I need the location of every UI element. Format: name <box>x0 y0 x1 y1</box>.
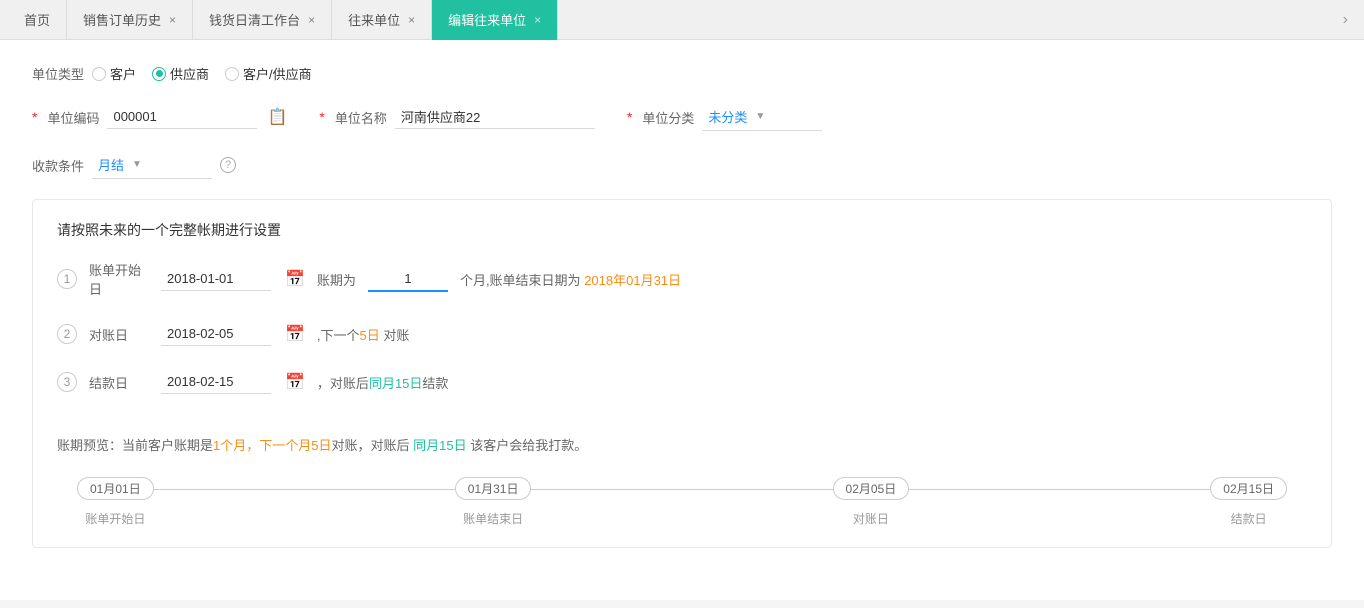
account-start-row: 1 账单开始日 📅 账期为 个月,账单结束日期为 2018年01月31日 <box>57 260 1307 298</box>
account-start-date[interactable] <box>161 267 271 291</box>
unit-code-label: 单位编码 <box>47 108 99 127</box>
tab-cash-reconcile[interactable]: 钱货日清工作台 × <box>193 0 332 40</box>
row-num-3: 3 <box>57 372 77 392</box>
preview-text: 账期预览：当前客户账期是1个月，下一个月5日对账，对账后 同月15日 该客户会给… <box>57 434 1307 457</box>
row-num-2: 2 <box>57 324 77 344</box>
node-badge-4: 02月15日 <box>1210 477 1287 500</box>
node-badge-3: 02月05日 <box>833 477 910 500</box>
unit-type-radio-group: 客户 供应商 客户/供应商 <box>92 64 312 83</box>
node-label-1: 账单开始日 <box>85 510 145 527</box>
payment-term-value: 月结 <box>98 155 124 174</box>
unit-type-row: 单位类型 客户 供应商 客户/供应商 <box>32 64 1332 83</box>
period-label: 账期为 <box>317 270 356 289</box>
payment-term-row: 收款条件 月结 ▼ ? <box>32 151 1332 179</box>
reconciliation-calendar[interactable]: 📅 <box>285 324 305 344</box>
radio-supplier[interactable]: 供应商 <box>152 64 209 83</box>
unit-code-icon[interactable]: 📋 <box>267 107 287 127</box>
row-label-1: 账单开始日 <box>89 260 149 298</box>
unit-name-input[interactable] <box>395 105 595 129</box>
unit-code-field: * 单位编码 📋 <box>32 105 287 129</box>
payment-term-field: 收款条件 月结 ▼ ? <box>32 151 236 179</box>
account-start-calendar[interactable]: 📅 <box>285 269 305 289</box>
unit-category-arrow: ▼ <box>755 111 765 122</box>
row-label-2: 对账日 <box>89 325 149 344</box>
payment-term-help[interactable]: ? <box>220 157 236 173</box>
tab-bar: 首页 销售订单历史 × 钱货日清工作台 × 往来单位 × 编辑往来单位 × › <box>0 0 1364 40</box>
close-sales-history[interactable]: × <box>169 13 176 27</box>
preview-payment-date: 同月15日 <box>413 438 466 453</box>
node-label-3: 对账日 <box>853 510 889 527</box>
radio-both-circle <box>225 67 239 81</box>
unit-category-field: * 单位分类 未分类 ▼ <box>627 103 822 131</box>
payment-term-dropdown[interactable]: 月结 ▼ <box>92 151 212 179</box>
radio-both[interactable]: 客户/供应商 <box>225 64 312 83</box>
preview-reconcile-date: 下一个月5日 <box>259 438 331 453</box>
reconciliation-desc: ,下一个5日 对账 <box>317 325 410 344</box>
reconciliation-date[interactable] <box>161 322 271 346</box>
unit-type-label: 单位类型 <box>32 64 84 83</box>
reconciliation-highlight: 5日 <box>360 328 380 343</box>
settlement-desc: ，对账后同月15日结款 <box>317 373 449 392</box>
preview-section: 账期预览：当前客户账期是1个月，下一个月5日对账，对账后 同月15日 该客户会给… <box>57 418 1307 527</box>
tab-home[interactable]: 首页 <box>8 0 67 40</box>
unit-info-row: * 单位编码 📋 * 单位名称 * 单位分类 未分类 ▼ <box>32 103 1332 131</box>
settings-panel: 请按照未来的一个完整帐期进行设置 1 账单开始日 📅 账期为 个月,账单结束日期… <box>32 199 1332 548</box>
tab-sales-history[interactable]: 销售订单历史 × <box>67 0 193 40</box>
timeline-node-1: 01月01日 账单开始日 <box>77 477 154 527</box>
settlement-highlight: 同月15日 <box>369 376 422 391</box>
unit-type-field: 单位类型 客户 供应商 客户/供应商 <box>32 64 312 83</box>
close-partner-unit[interactable]: × <box>408 13 415 27</box>
radio-customer-circle <box>92 67 106 81</box>
unit-name-field: * 单位名称 <box>319 105 594 129</box>
panel-title: 请按照未来的一个完整帐期进行设置 <box>57 220 1307 240</box>
node-label-2: 账单结束日 <box>463 510 523 527</box>
payment-term-label: 收款条件 <box>32 156 84 175</box>
node-label-4: 结款日 <box>1231 510 1267 527</box>
settlement-row: 3 结款日 📅 ，对账后同月15日结款 <box>57 370 1307 394</box>
preview-months: 1个月， <box>213 438 259 453</box>
unit-category-dropdown[interactable]: 未分类 ▼ <box>702 103 822 131</box>
content-area: 单位类型 客户 供应商 客户/供应商 * 单位编码 <box>0 40 1364 600</box>
unit-category-value: 未分类 <box>708 107 747 126</box>
close-cash-reconcile[interactable]: × <box>308 13 315 27</box>
settlement-date[interactable] <box>161 370 271 394</box>
period-unit: 个月,账单结束日期为 2018年01月31日 <box>460 270 681 289</box>
unit-code-input[interactable] <box>107 105 257 129</box>
settlement-calendar[interactable]: 📅 <box>285 372 305 392</box>
timeline-node-3: 02月05日 对账日 <box>833 477 910 527</box>
unit-category-label: 单位分类 <box>642 108 694 127</box>
period-end-date: 2018年01月31日 <box>584 273 681 288</box>
unit-category-required: * <box>627 109 632 125</box>
tab-more-button[interactable]: › <box>1335 11 1356 29</box>
close-edit-partner-unit[interactable]: × <box>534 13 541 27</box>
period-value-input[interactable] <box>368 267 448 292</box>
row-num-1: 1 <box>57 269 77 289</box>
row-label-3: 结款日 <box>89 373 149 392</box>
timeline-node-4: 02月15日 结款日 <box>1210 477 1287 527</box>
node-badge-2: 01月31日 <box>455 477 532 500</box>
unit-name-label: 单位名称 <box>335 108 387 127</box>
radio-supplier-circle <box>152 67 166 81</box>
radio-customer[interactable]: 客户 <box>92 64 136 83</box>
payment-term-arrow: ▼ <box>132 159 142 170</box>
unit-name-required: * <box>319 109 324 125</box>
timeline-node-2: 01月31日 账单结束日 <box>455 477 532 527</box>
reconciliation-row: 2 对账日 📅 ,下一个5日 对账 <box>57 322 1307 346</box>
node-badge-1: 01月01日 <box>77 477 154 500</box>
unit-code-required: * <box>32 109 37 125</box>
tab-partner-unit[interactable]: 往来单位 × <box>332 0 432 40</box>
timeline: 01月01日 账单开始日 01月31日 账单结束日 02月05日 对账日 02月… <box>77 477 1287 527</box>
timeline-nodes: 01月01日 账单开始日 01月31日 账单结束日 02月05日 对账日 02月… <box>77 477 1287 527</box>
tab-edit-partner-unit[interactable]: 编辑往来单位 × <box>432 0 558 40</box>
